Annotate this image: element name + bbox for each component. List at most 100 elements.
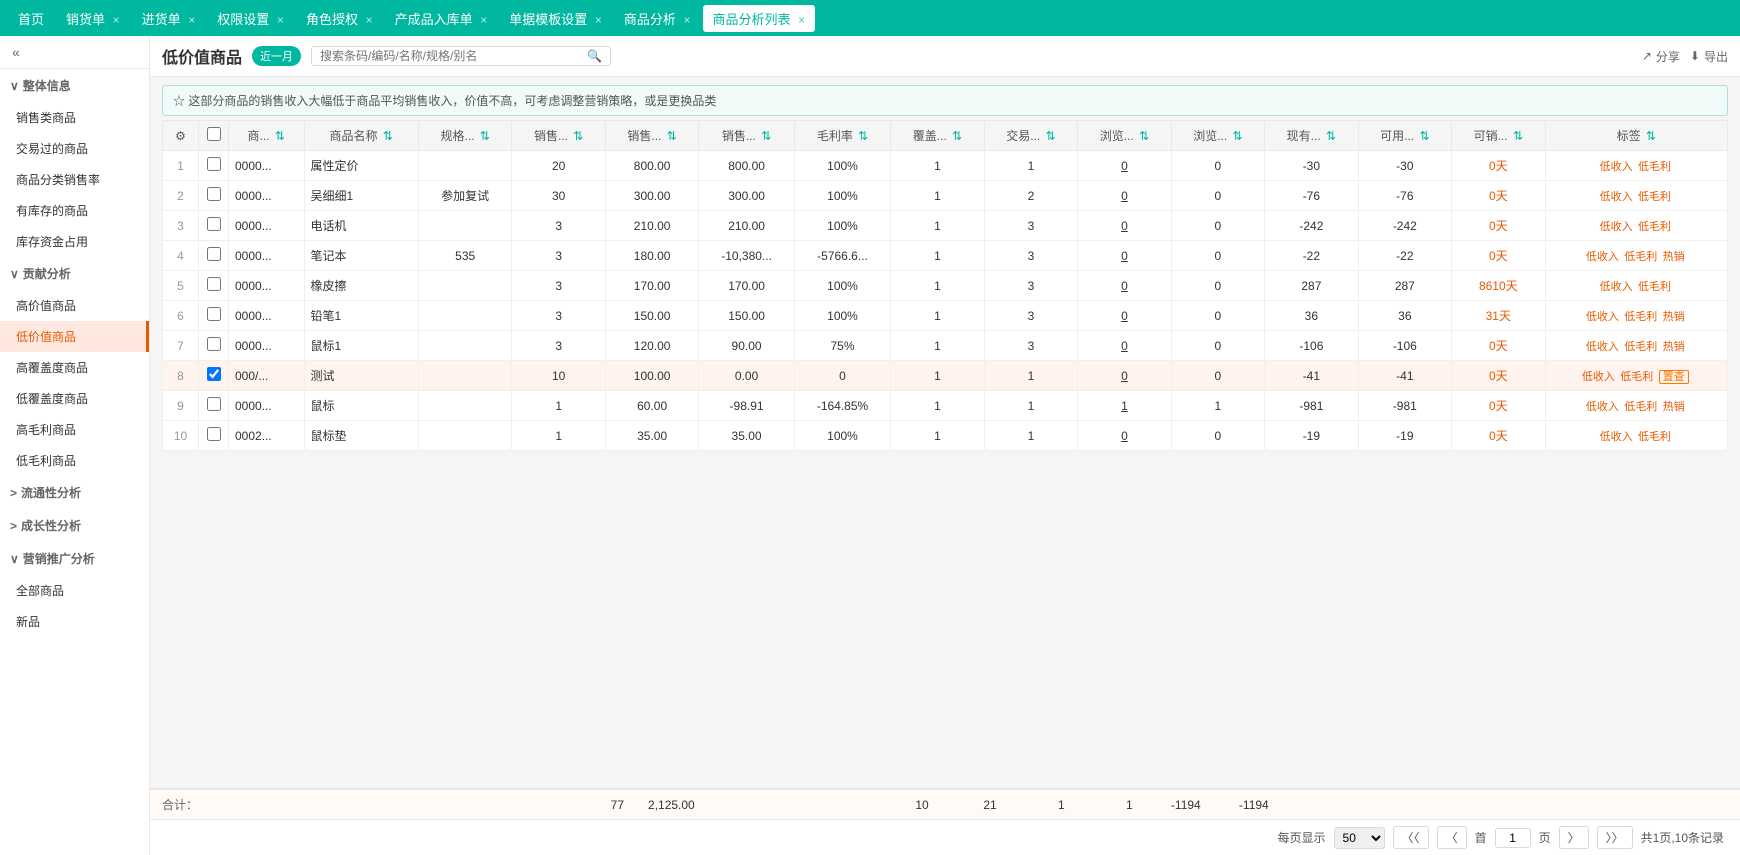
row-checkbox[interactable]	[207, 397, 221, 411]
col-sale-qty[interactable]: 销售... ⇅	[512, 121, 605, 151]
search-input[interactable]	[320, 49, 581, 63]
row-browse1[interactable]: 0	[1078, 361, 1171, 391]
row-gear[interactable]: 9	[163, 391, 199, 421]
row-browse1[interactable]: 1	[1078, 391, 1171, 421]
search-icon[interactable]: 🔍	[587, 49, 602, 63]
nav-analysis-list[interactable]: 商品分析列表 ×	[703, 5, 816, 32]
browse-link[interactable]: 0	[1121, 369, 1128, 383]
row-browse1[interactable]: 0	[1078, 421, 1171, 451]
row-checkbox[interactable]	[207, 307, 221, 321]
col-sale-profit[interactable]: 销售... ⇅	[699, 121, 794, 151]
row-check[interactable]	[199, 271, 229, 301]
sidebar-group-growth[interactable]: > 成长性分析	[0, 509, 149, 542]
row-browse1[interactable]: 0	[1078, 241, 1171, 271]
prev-page-btn[interactable]: 〈	[1437, 826, 1467, 849]
row-gear[interactable]: 3	[163, 211, 199, 241]
browse-link[interactable]: 0	[1121, 249, 1128, 263]
row-gear[interactable]: 7	[163, 331, 199, 361]
sidebar-item-low-margin[interactable]: 低毛利商品	[0, 445, 149, 476]
row-gear[interactable]: 2	[163, 181, 199, 211]
row-check[interactable]	[199, 181, 229, 211]
sidebar-collapse-btn[interactable]: «	[8, 40, 24, 64]
row-gear[interactable]: 10	[163, 421, 199, 451]
close-icon[interactable]: ×	[366, 13, 373, 27]
next-page-btn[interactable]: 〉	[1559, 826, 1589, 849]
sidebar-item-low-cover[interactable]: 低覆盖度商品	[0, 383, 149, 414]
sidebar-item-high-margin[interactable]: 高毛利商品	[0, 414, 149, 445]
col-available[interactable]: 可用... ⇅	[1358, 121, 1451, 151]
sidebar-group-marketing[interactable]: ∨ 营销推广分析	[0, 542, 149, 575]
sidebar-item-sales-goods[interactable]: 销售类商品	[0, 102, 149, 133]
sidebar-item-high-value[interactable]: 高价值商品	[0, 290, 149, 321]
table-area[interactable]: ⚙ 商... ⇅ 商品名称 ⇅ 规格... ⇅ 销售... ⇅ 销售... ⇅ …	[150, 120, 1740, 788]
nav-home[interactable]: 首页	[8, 5, 54, 32]
row-checkbox[interactable]	[207, 217, 221, 231]
col-current[interactable]: 现有... ⇅	[1265, 121, 1358, 151]
col-sale-amt[interactable]: 销售... ⇅	[605, 121, 698, 151]
sidebar-group-liquidity[interactable]: > 流通性分析	[0, 476, 149, 509]
sidebar-item-stock-capital[interactable]: 库存资金占用	[0, 226, 149, 257]
close-icon[interactable]: ×	[277, 13, 284, 27]
row-gear[interactable]: 5	[163, 271, 199, 301]
sidebar-item-category-sales[interactable]: 商品分类销售率	[0, 164, 149, 195]
first-page-btn[interactable]: 〈〈	[1393, 826, 1429, 849]
row-browse1[interactable]: 0	[1078, 331, 1171, 361]
browse-link[interactable]: 0	[1121, 279, 1128, 293]
sidebar-group-contribution[interactable]: ∨ 贡献分析	[0, 257, 149, 290]
row-browse1[interactable]: 0	[1078, 211, 1171, 241]
close-icon[interactable]: ×	[188, 13, 195, 27]
close-icon[interactable]: ×	[683, 13, 690, 27]
browse-link[interactable]: 0	[1121, 189, 1128, 203]
row-checkbox[interactable]	[207, 277, 221, 291]
browse-link[interactable]: 1	[1121, 399, 1128, 413]
share-button[interactable]: ↗ 分享	[1642, 48, 1680, 65]
close-icon[interactable]: ×	[798, 13, 805, 27]
col-name[interactable]: 商品名称 ⇅	[304, 121, 418, 151]
sidebar-item-low-value[interactable]: 低价值商品	[0, 321, 149, 352]
row-check[interactable]	[199, 391, 229, 421]
check-all[interactable]	[207, 127, 221, 141]
browse-link[interactable]: 0	[1121, 309, 1128, 323]
date-badge[interactable]: 近一月	[252, 46, 301, 66]
row-check[interactable]	[199, 301, 229, 331]
row-browse1[interactable]: 0	[1078, 151, 1171, 181]
close-icon[interactable]: ×	[113, 13, 120, 27]
search-box[interactable]: 🔍	[311, 46, 611, 66]
check-all-header[interactable]	[199, 121, 229, 151]
export-button[interactable]: ⬇ 导出	[1690, 48, 1728, 65]
browse-link[interactable]: 0	[1121, 219, 1128, 233]
col-trade[interactable]: 交易... ⇅	[984, 121, 1077, 151]
nav-template[interactable]: 单据模板设置 ×	[499, 5, 612, 32]
row-gear[interactable]: 4	[163, 241, 199, 271]
sidebar-group-overview[interactable]: ∨ 整体信息	[0, 69, 149, 102]
sidebar-item-traded-goods[interactable]: 交易过的商品	[0, 133, 149, 164]
row-gear[interactable]: 1	[163, 151, 199, 181]
nav-permission[interactable]: 权限设置 ×	[207, 5, 294, 32]
col-sellable[interactable]: 可销... ⇅	[1452, 121, 1545, 151]
browse-link[interactable]: 0	[1121, 339, 1128, 353]
sidebar-item-stock-goods[interactable]: 有库存的商品	[0, 195, 149, 226]
row-gear[interactable]: 8	[163, 361, 199, 391]
row-checkbox[interactable]	[207, 187, 221, 201]
browse-link[interactable]: 0	[1121, 159, 1128, 173]
sidebar-item-all-goods[interactable]: 全部商品	[0, 575, 149, 606]
row-gear[interactable]: 6	[163, 301, 199, 331]
nav-product-in[interactable]: 产成品入库单 ×	[385, 5, 498, 32]
row-check[interactable]	[199, 421, 229, 451]
nav-sales[interactable]: 销货单 ×	[56, 5, 130, 32]
close-icon[interactable]: ×	[595, 13, 602, 27]
row-browse1[interactable]: 0	[1078, 181, 1171, 211]
nav-purchase[interactable]: 进货单 ×	[132, 5, 206, 32]
row-checkbox[interactable]	[207, 337, 221, 351]
row-check[interactable]	[199, 331, 229, 361]
browse-link[interactable]: 0	[1121, 429, 1128, 443]
row-checkbox[interactable]	[207, 427, 221, 441]
sidebar-item-new-goods[interactable]: 新品	[0, 606, 149, 637]
col-gross-rate[interactable]: 毛利率 ⇅	[794, 121, 890, 151]
row-checkbox[interactable]	[207, 367, 221, 381]
row-check[interactable]	[199, 151, 229, 181]
col-tags[interactable]: 标签 ⇅	[1545, 121, 1727, 151]
nav-analysis[interactable]: 商品分析 ×	[614, 5, 701, 32]
row-browse1[interactable]: 0	[1078, 301, 1171, 331]
close-icon[interactable]: ×	[480, 13, 487, 27]
